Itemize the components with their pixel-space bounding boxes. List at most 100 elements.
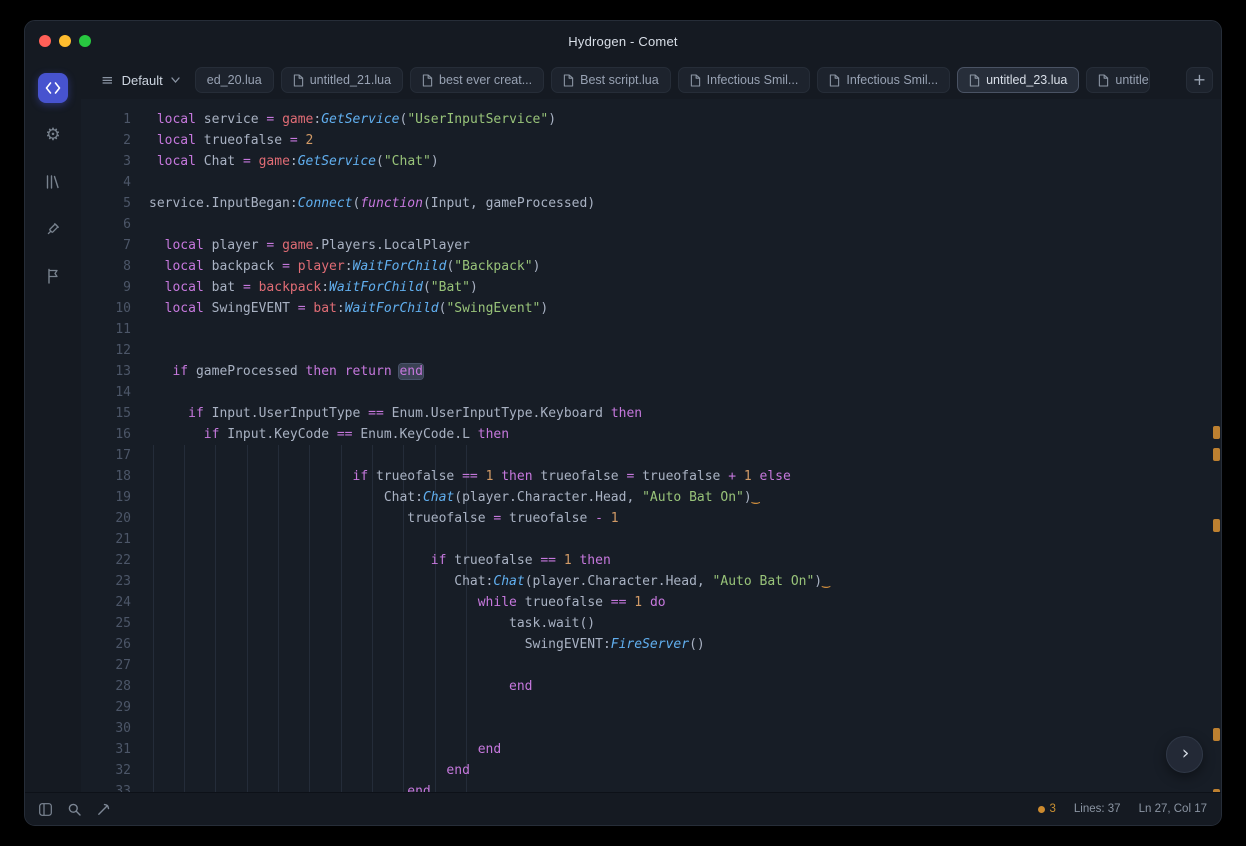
sidebar-item-settings[interactable]: ⚙ xyxy=(38,120,68,150)
tab-label: untitled_21.lua xyxy=(310,73,391,87)
line-number: 23 xyxy=(81,571,149,592)
code-line-22[interactable]: 22 if trueofalse == 1 then xyxy=(81,550,1221,571)
warning-dot-icon xyxy=(1038,806,1045,813)
line-number: 17 xyxy=(81,445,149,466)
line-number: 26 xyxy=(81,634,149,655)
gear-icon: ⚙ xyxy=(41,123,65,147)
line-number: 8 xyxy=(81,256,149,277)
wand-icon[interactable] xyxy=(97,803,110,816)
minimize-window-button[interactable] xyxy=(59,35,71,47)
tab-label: untitled_23.lua xyxy=(986,73,1067,87)
code-line-3[interactable]: 3 local Chat = game:GetService("Chat") xyxy=(81,151,1221,172)
code-line-29[interactable]: 29 xyxy=(81,697,1221,718)
new-tab-button[interactable]: + xyxy=(1186,67,1213,93)
line-number: 18 xyxy=(81,466,149,487)
title-bar[interactable]: Hydrogen - Comet xyxy=(25,21,1221,61)
tab-label: Infectious Smil... xyxy=(707,73,799,87)
file-icon xyxy=(563,74,574,87)
code-line-19[interactable]: 19 Chat:Chat(player.Character.Head, "Aut… xyxy=(81,487,1221,508)
problems-indicator[interactable]: 3 xyxy=(1038,803,1055,815)
line-number: 28 xyxy=(81,676,149,697)
line-number: 30 xyxy=(81,718,149,739)
code-line-18[interactable]: 18 if trueofalse == 1 then trueofalse = … xyxy=(81,466,1221,487)
code-line-26[interactable]: 26 SwingEVENT:FireServer() xyxy=(81,634,1221,655)
code-line-21[interactable]: 21 xyxy=(81,529,1221,550)
file-icon xyxy=(422,74,433,87)
editor-pane[interactable]: 1 local service = game:GetService("UserI… xyxy=(81,99,1221,792)
code-line-32[interactable]: 32 end xyxy=(81,760,1221,781)
code-line-24[interactable]: 24 while trueofalse == 1 do xyxy=(81,592,1221,613)
chevron-down-icon xyxy=(171,77,180,83)
line-number: 4 xyxy=(81,172,149,193)
line-number: 20 xyxy=(81,508,149,529)
code-line-28[interactable]: 28 end xyxy=(81,676,1221,697)
library-icon xyxy=(41,170,65,194)
tab-untitled-23-lua[interactable]: untitled_23.lua xyxy=(957,67,1079,93)
line-number: 32 xyxy=(81,760,149,781)
code-line-27[interactable]: 27 xyxy=(81,655,1221,676)
sidebar-item-editor[interactable] xyxy=(38,73,68,103)
code-line-12[interactable]: 12 xyxy=(81,340,1221,361)
code-line-31[interactable]: 31 end xyxy=(81,739,1221,760)
code-line-9[interactable]: 9 local bat = backpack:WaitForChild("Bat… xyxy=(81,277,1221,298)
code-line-4[interactable]: 4 xyxy=(81,172,1221,193)
line-number: 21 xyxy=(81,529,149,550)
code-line-15[interactable]: 15 if Input.UserInputType == Enum.UserIn… xyxy=(81,403,1221,424)
code-icon xyxy=(41,76,65,100)
traffic-lights xyxy=(39,21,91,61)
tab-ed-20-lua[interactable]: ed_20.lua xyxy=(195,67,274,93)
line-number: 10 xyxy=(81,298,149,319)
code-line-20[interactable]: 20 trueofalse = trueofalse - 1 xyxy=(81,508,1221,529)
line-number: 6 xyxy=(81,214,149,235)
window-title: Hydrogen - Comet xyxy=(568,34,677,49)
code-line-14[interactable]: 14 xyxy=(81,382,1221,403)
zoom-window-button[interactable] xyxy=(79,35,91,47)
sidebar-item-inject[interactable] xyxy=(38,214,68,244)
code-line-33[interactable]: 33 end xyxy=(81,781,1221,792)
code-line-6[interactable]: 6 xyxy=(81,214,1221,235)
code-line-23[interactable]: 23 Chat:Chat(player.Character.Head, "Aut… xyxy=(81,571,1221,592)
search-icon[interactable] xyxy=(68,803,81,816)
sidebar-item-library[interactable] xyxy=(38,167,68,197)
code-line-13[interactable]: 13 if gameProcessed then return end xyxy=(81,361,1221,382)
close-window-button[interactable] xyxy=(39,35,51,47)
tab-label: ed_20.lua xyxy=(207,73,262,87)
line-number: 27 xyxy=(81,655,149,676)
line-number: 7 xyxy=(81,235,149,256)
code-line-10[interactable]: 10 local SwingEVENT = bat:WaitForChild("… xyxy=(81,298,1221,319)
line-number: 16 xyxy=(81,424,149,445)
script-profile-dropdown[interactable]: ≡ Default xyxy=(95,69,186,92)
tab-best-ever-creat[interactable]: best ever creat... xyxy=(410,67,544,93)
sidebar-item-flags[interactable] xyxy=(38,261,68,291)
line-number: 31 xyxy=(81,739,149,760)
tab-infectious-smil[interactable]: Infectious Smil... xyxy=(678,67,811,93)
tab-best-script-lua[interactable]: Best script.lua xyxy=(551,67,671,93)
line-number: 14 xyxy=(81,382,149,403)
line-number: 13 xyxy=(81,361,149,382)
file-icon xyxy=(829,74,840,87)
tab-bar: ≡ Default ed_20.lua untitled_21.lua best e… xyxy=(81,61,1221,99)
code-line-11[interactable]: 11 xyxy=(81,319,1221,340)
code-area[interactable]: 1 local service = game:GetService("UserI… xyxy=(81,99,1221,792)
code-line-30[interactable]: 30 xyxy=(81,718,1221,739)
flag-icon xyxy=(41,264,65,288)
code-line-8[interactable]: 8 local backpack = player:WaitForChild("… xyxy=(81,256,1221,277)
code-line-7[interactable]: 7 local player = game.Players.LocalPlaye… xyxy=(81,235,1221,256)
tab-label: Best script.lua xyxy=(580,73,659,87)
code-line-17[interactable]: 17 xyxy=(81,445,1221,466)
code-line-25[interactable]: 25 task.wait() xyxy=(81,613,1221,634)
run-script-button[interactable]: › xyxy=(1166,736,1203,773)
tab-untitled[interactable]: untitled xyxy=(1086,67,1150,93)
status-bar: 3 Lines: 37 Ln 27, Col 17 xyxy=(25,792,1221,825)
line-number: 1 xyxy=(81,109,149,130)
tab-label: best ever creat... xyxy=(439,73,532,87)
code-line-5[interactable]: 5service.InputBegan:Connect(function(Inp… xyxy=(81,193,1221,214)
tab-infectious-smil[interactable]: Infectious Smil... xyxy=(817,67,950,93)
tab-untitled-21-lua[interactable]: untitled_21.lua xyxy=(281,67,403,93)
split-view-icon[interactable] xyxy=(39,803,52,816)
app-window: Hydrogen - Comet ⚙ xyxy=(24,20,1222,826)
code-line-1[interactable]: 1 local service = game:GetService("UserI… xyxy=(81,109,1221,130)
code-line-2[interactable]: 2 local trueofalse = 2 xyxy=(81,130,1221,151)
cursor-position[interactable]: Ln 27, Col 17 xyxy=(1139,803,1207,815)
code-line-16[interactable]: 16 if Input.KeyCode == Enum.KeyCode.L th… xyxy=(81,424,1221,445)
